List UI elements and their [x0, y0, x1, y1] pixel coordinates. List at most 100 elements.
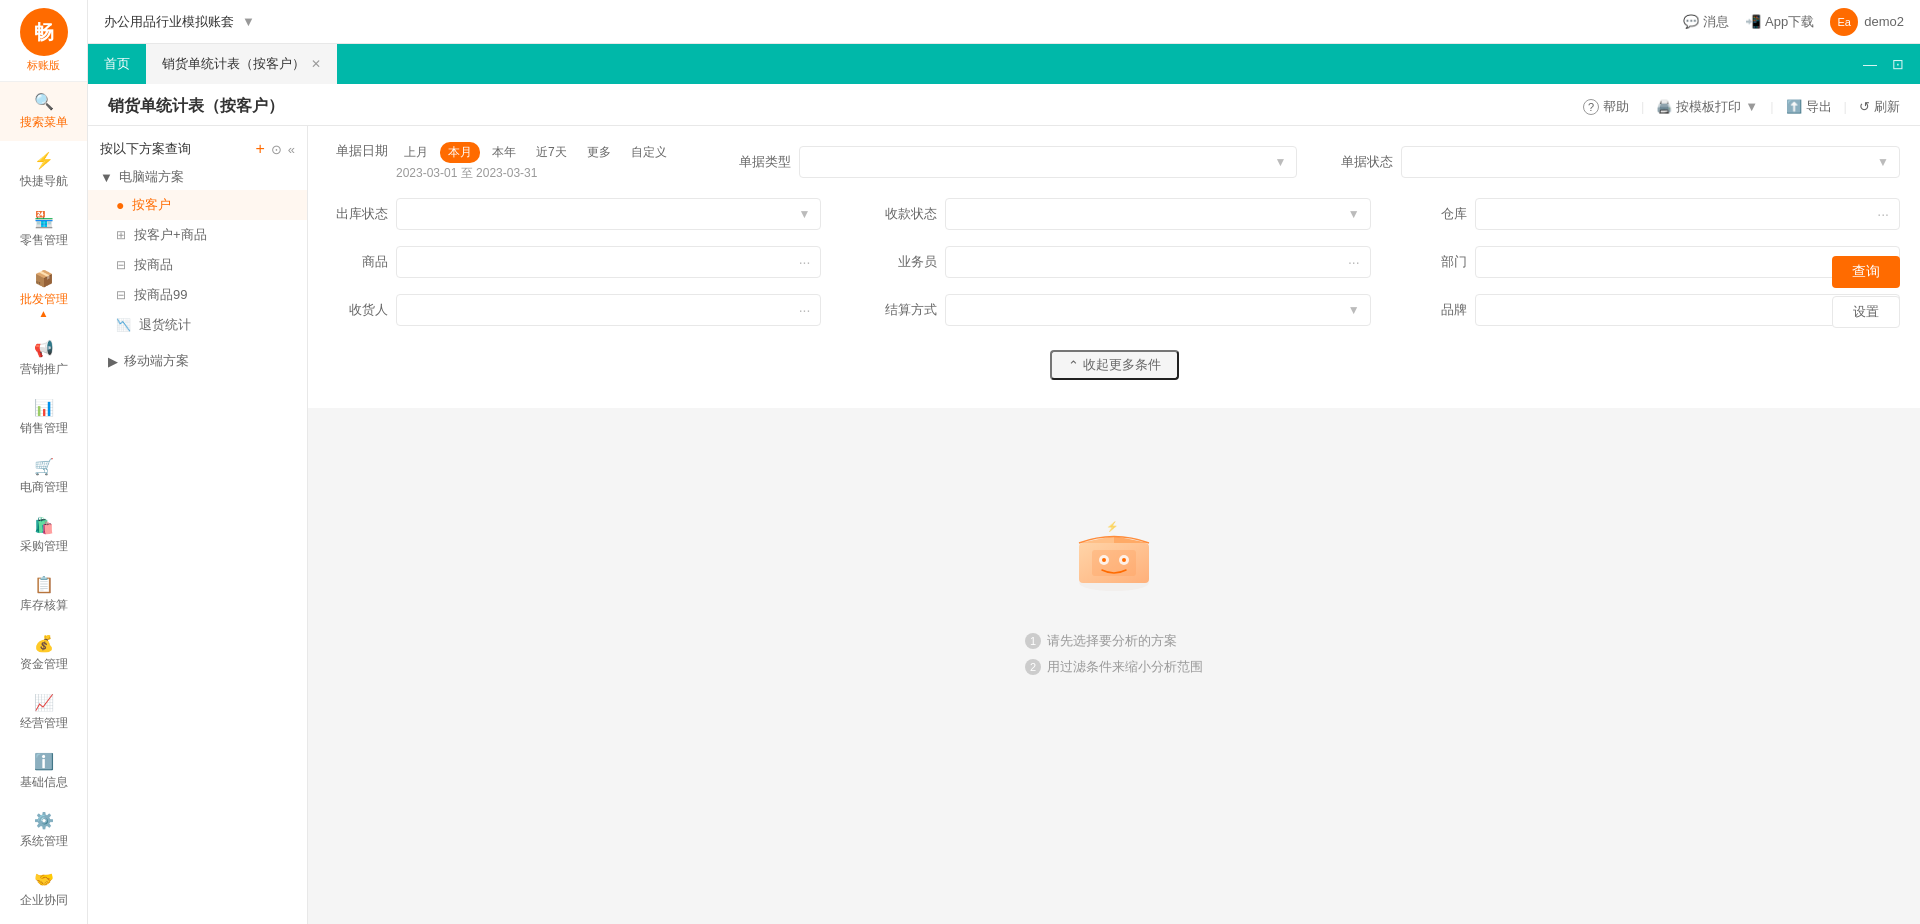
- sidebar-item-newguide[interactable]: 🎯 新手引导: [0, 919, 87, 924]
- minimize-btn[interactable]: —: [1860, 54, 1880, 74]
- date-tab-more[interactable]: 更多: [579, 142, 619, 163]
- sidebar-item-label: 营销推广: [20, 361, 68, 378]
- scheme-panel: 按以下方案查询 + ⊙ « ▼ 电脑端方案 ● 按: [88, 126, 308, 924]
- page-actions: ? 帮助 | 🖨️ 按模板打印 ▼ | ⬆️ 导出 | ↺ 刷新: [1583, 98, 1900, 116]
- scheme-item-by-product[interactable]: ⊟ 按商品: [88, 250, 307, 280]
- out-status-label: 出库状态: [328, 205, 388, 223]
- sidebar-item-system[interactable]: ⚙️ 系统管理: [0, 801, 87, 860]
- add-scheme-icon[interactable]: +: [255, 140, 264, 158]
- filter-staff: 业务员 ···: [877, 246, 1370, 278]
- scheme-item-by-product99[interactable]: ⊟ 按商品99: [88, 280, 307, 310]
- svg-text:⚡: ⚡: [1106, 520, 1119, 533]
- product-input[interactable]: ···: [396, 246, 821, 278]
- app-name: 办公用品行业模拟账套: [104, 13, 234, 31]
- collect-status-input[interactable]: ▼: [945, 198, 1370, 230]
- tab-sales-stats-label: 销货单统计表（按客户）: [162, 55, 305, 73]
- sidebar-item-retail[interactable]: 🏪 零售管理: [0, 200, 87, 259]
- sidebar-item-sales[interactable]: 📊 销售管理: [0, 388, 87, 447]
- filter-product: 商品 ···: [328, 246, 821, 278]
- doc-status-input[interactable]: ▼: [1401, 146, 1900, 178]
- warehouse-label: 仓库: [1407, 205, 1467, 223]
- refresh-btn[interactable]: ↺ 刷新: [1859, 98, 1900, 116]
- empty-state: ⚡ 1 请先选择要分析的方案 2 用过滤条件来缩小分析范围: [308, 408, 1920, 760]
- enterprise-icon: 🤝: [34, 870, 54, 889]
- doc-type-chevron: ▼: [1274, 155, 1286, 169]
- sidebar-item-search[interactable]: 🔍 搜索菜单: [0, 82, 87, 141]
- date-tab-custom[interactable]: 自定义: [623, 142, 675, 163]
- maximize-btn[interactable]: ⊡: [1888, 54, 1908, 74]
- export-label: 导出: [1806, 98, 1832, 116]
- settings-scheme-icon[interactable]: ⊙: [271, 142, 282, 157]
- date-range: 2023-03-01 至 2023-03-31: [396, 165, 675, 182]
- sidebar-item-operation[interactable]: 📈 经营管理: [0, 683, 87, 742]
- by-customer-label: 按客户: [132, 196, 171, 214]
- settlement-input[interactable]: ▼: [945, 294, 1370, 326]
- tab-home[interactable]: 首页: [88, 44, 146, 84]
- receiver-input[interactable]: ···: [396, 294, 821, 326]
- export-icon: ⬆️: [1786, 99, 1802, 114]
- sidebar-item-enterprise[interactable]: 🤝 企业协同: [0, 860, 87, 919]
- scheme-item-by-customer[interactable]: ● 按客户: [88, 190, 307, 220]
- tip-num-2: 2: [1025, 659, 1041, 675]
- user-profile[interactable]: Ea demo2: [1830, 8, 1904, 36]
- sidebar-item-quick-nav[interactable]: ⚡ 快捷导航: [0, 141, 87, 200]
- by-p-label: 按商品: [134, 256, 173, 274]
- by-cp-icon: ⊞: [116, 228, 126, 242]
- out-status-input[interactable]: ▼: [396, 198, 821, 230]
- header-right: 💬 消息 📲 App下载 Ea demo2: [1683, 8, 1904, 36]
- tab-sales-stats[interactable]: 销货单统计表（按客户） ✕: [146, 44, 337, 84]
- date-tab-current-year[interactable]: 本年: [484, 142, 524, 163]
- sidebar-item-wholesale[interactable]: 📦 批发管理 ▲: [0, 259, 87, 329]
- date-tab-last-month[interactable]: 上月: [396, 142, 436, 163]
- sidebar-item-marketing[interactable]: 📢 营销推广: [0, 329, 87, 388]
- purchase-icon: 🛍️: [34, 516, 54, 535]
- template-print-btn[interactable]: 🖨️ 按模板打印 ▼: [1656, 98, 1758, 116]
- collapse-scheme-icon[interactable]: «: [288, 142, 295, 157]
- product-dots: ···: [799, 254, 811, 270]
- top-header: 办公用品行业模拟账套 ▼ 💬 消息 📲 App下载 Ea demo2: [88, 0, 1920, 44]
- doc-status-label: 单据状态: [1333, 153, 1393, 171]
- sidebar-item-inventory[interactable]: 📋 库存核算: [0, 565, 87, 624]
- sidebar-item-finance[interactable]: 💰 资金管理: [0, 624, 87, 683]
- scheme-item-by-customer-product[interactable]: ⊞ 按客户+商品: [88, 220, 307, 250]
- sidebar-item-label: 库存核算: [20, 597, 68, 614]
- collapse-btn[interactable]: ⌃ 收起更多条件: [1050, 350, 1179, 380]
- desktop-section-title[interactable]: ▼ 电脑端方案: [88, 164, 307, 190]
- settings-button[interactable]: 设置: [1832, 296, 1900, 328]
- collect-status-label: 收款状态: [877, 205, 937, 223]
- sidebar-item-label: 快捷导航: [20, 173, 68, 190]
- query-button[interactable]: 查询: [1832, 256, 1900, 288]
- marketing-icon: 📢: [34, 339, 54, 358]
- staff-input[interactable]: ···: [945, 246, 1370, 278]
- app-dropdown-icon[interactable]: ▼: [242, 14, 255, 29]
- export-btn[interactable]: ⬆️ 导出: [1786, 98, 1832, 116]
- header-left: 办公用品行业模拟账套 ▼: [104, 13, 255, 31]
- mobile-section-title[interactable]: ▶ 移动端方案: [88, 348, 307, 374]
- divider-1: |: [1641, 99, 1644, 114]
- warehouse-dots: ···: [1877, 206, 1889, 222]
- doc-type-input[interactable]: ▼: [799, 146, 1298, 178]
- nav-icon: ⚡: [34, 151, 54, 170]
- filter-doc-status: 单据状态 ▼: [1333, 146, 1900, 178]
- dept-label: 部门: [1407, 253, 1467, 271]
- sidebar-item-purchase[interactable]: 🛍️ 采购管理: [0, 506, 87, 565]
- logo-icon: 畅: [20, 8, 68, 56]
- help-btn[interactable]: ? 帮助: [1583, 98, 1629, 116]
- date-tab-current-month[interactable]: 本月: [440, 142, 480, 163]
- scheme-item-return-stats[interactable]: 📉 退货统计: [88, 310, 307, 340]
- tip-text-2: 用过滤条件来缩小分析范围: [1047, 654, 1203, 680]
- app-download-btn[interactable]: 📲 App下载: [1745, 13, 1814, 31]
- system-icon: ⚙️: [34, 811, 54, 830]
- svg-point-5: [1102, 558, 1106, 562]
- filter-receiver: 收货人 ···: [328, 294, 821, 326]
- date-tab-last-7[interactable]: 近7天: [528, 142, 575, 163]
- doc-status-chevron: ▼: [1877, 155, 1889, 169]
- sidebar-item-ecommerce[interactable]: 🛒 电商管理: [0, 447, 87, 506]
- mobile-arrow: ▶: [108, 354, 118, 369]
- warehouse-input[interactable]: ···: [1475, 198, 1900, 230]
- message-label: 消息: [1703, 13, 1729, 31]
- message-btn[interactable]: 💬 消息: [1683, 13, 1729, 31]
- brand-label: 品牌: [1407, 301, 1467, 319]
- sidebar-item-basic[interactable]: ℹ️ 基础信息: [0, 742, 87, 801]
- tab-close-btn[interactable]: ✕: [311, 57, 321, 71]
